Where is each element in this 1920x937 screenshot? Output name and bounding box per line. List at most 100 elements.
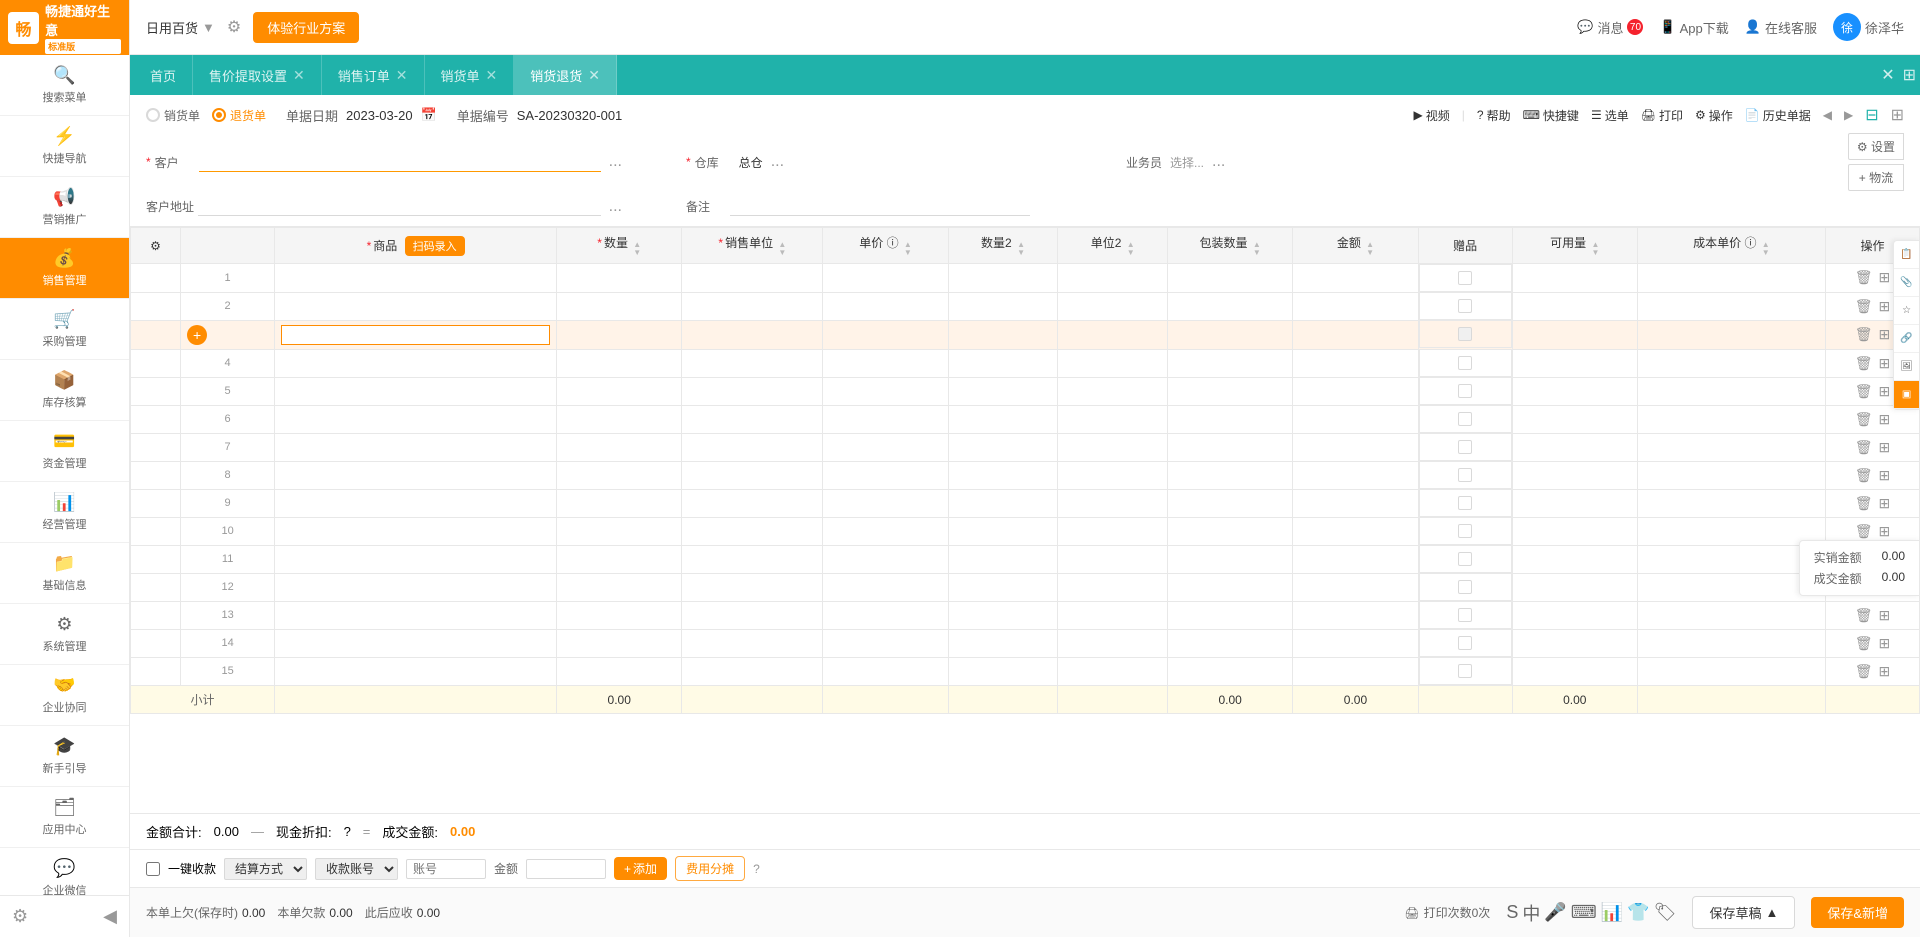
copy-row-icon[interactable]: ⊞ (1878, 523, 1890, 540)
qty2-cell[interactable] (948, 405, 1058, 433)
cost-price-cell[interactable] (1637, 349, 1825, 377)
qty-cell[interactable] (557, 349, 682, 377)
cost-price-cell[interactable] (1637, 461, 1825, 489)
unit2-cell[interactable] (1058, 573, 1168, 601)
operate-link[interactable]: ⚙ 操作 (1695, 107, 1733, 124)
amount-cell[interactable] (1293, 405, 1418, 433)
available-cell[interactable] (1512, 349, 1637, 377)
payment-add-btn[interactable]: + 添加 (614, 857, 667, 880)
sale-unit-cell[interactable] (682, 405, 823, 433)
sale-unit-cell[interactable] (682, 601, 823, 629)
tab-layout-icon[interactable]: ⊞ (1903, 65, 1916, 85)
sidebar-item-finance[interactable]: 💳 资金管理 (0, 421, 129, 482)
qty-cell[interactable] (557, 461, 682, 489)
available-cell[interactable] (1512, 292, 1637, 320)
warehouse-dots-icon[interactable]: ... (767, 153, 788, 171)
gift-checkbox[interactable] (1458, 440, 1472, 454)
settings-right-btn[interactable]: ⚙ 设置 (1848, 133, 1904, 160)
amount-cell[interactable] (1293, 461, 1418, 489)
unit2-cell[interactable] (1058, 657, 1168, 686)
online-service-btn[interactable]: 👤 在线客服 (1745, 18, 1817, 37)
delete-row-icon[interactable]: 🗑 (1855, 523, 1873, 540)
delete-row-icon[interactable]: 🗑 (1855, 439, 1873, 456)
cost-price-cell[interactable] (1637, 657, 1825, 686)
unit-price-cell[interactable] (823, 517, 948, 545)
gift-checkbox[interactable] (1458, 356, 1472, 370)
next-record-icon[interactable]: ▶ (1844, 108, 1853, 122)
unit-price-cell[interactable] (823, 264, 948, 293)
goods-cell[interactable] (275, 405, 557, 433)
goods-cell[interactable] (275, 292, 557, 320)
sale-unit-cell[interactable] (682, 657, 823, 686)
unit-price-cell[interactable] (823, 433, 948, 461)
qty2-cell[interactable] (948, 377, 1058, 405)
available-cell[interactable] (1512, 629, 1637, 657)
qty2-cell[interactable] (948, 517, 1058, 545)
calendar-icon[interactable]: 📅 (421, 107, 437, 123)
available-cell[interactable] (1512, 545, 1637, 573)
qty-cell[interactable] (557, 320, 682, 349)
gift-checkbox[interactable] (1458, 412, 1472, 426)
unit2-cell[interactable] (1058, 292, 1168, 320)
qty2-cell[interactable] (948, 349, 1058, 377)
sale-unit-cell[interactable] (682, 573, 823, 601)
sale-unit-cell[interactable] (682, 489, 823, 517)
delete-row-icon[interactable]: 🗑 (1855, 663, 1873, 680)
pkg-qty-cell[interactable] (1168, 292, 1293, 320)
delete-row-icon[interactable]: 🗑 (1855, 411, 1873, 428)
amount-cell[interactable] (1293, 320, 1418, 349)
sidebar-item-guide[interactable]: 🎓 新手引导 (0, 726, 129, 787)
cost-price-cell[interactable] (1637, 629, 1825, 657)
tab-close-all-icon[interactable]: ✕ (1881, 65, 1894, 85)
gift-checkbox[interactable] (1458, 580, 1472, 594)
pkg-qty-cell[interactable] (1168, 573, 1293, 601)
message-btn[interactable]: 💬 消息 70 (1577, 18, 1643, 37)
pkg-qty-cell[interactable] (1168, 657, 1293, 686)
sidebar-item-apps[interactable]: 🗂 应用中心 (0, 787, 129, 848)
qty-cell[interactable] (557, 545, 682, 573)
amount-cell[interactable] (1293, 545, 1418, 573)
side-action-image[interactable]: 🖼 (1894, 353, 1919, 381)
prev-record-icon[interactable]: ◀ (1823, 108, 1832, 122)
unit2-cell[interactable] (1058, 629, 1168, 657)
pkg-qty-cell[interactable] (1168, 433, 1293, 461)
payment-method-select[interactable]: 结算方式 (224, 858, 307, 880)
side-action-star[interactable]: ☆ (1894, 297, 1919, 325)
amount-cell[interactable] (1293, 489, 1418, 517)
unit2-cell[interactable] (1058, 349, 1168, 377)
copy-row-icon[interactable]: ⊞ (1878, 355, 1890, 372)
goods-cell[interactable] (275, 545, 557, 573)
gift-checkbox[interactable] (1458, 636, 1472, 650)
qty2-cell[interactable] (948, 320, 1058, 349)
gift-checkbox[interactable] (1458, 299, 1472, 313)
amount-cell[interactable] (1293, 601, 1418, 629)
sidebar-item-ops[interactable]: 📊 经营管理 (0, 482, 129, 543)
unit-price-cell[interactable] (823, 573, 948, 601)
add-row-btn[interactable]: + (187, 325, 207, 345)
qty-cell[interactable] (557, 489, 682, 517)
gift-checkbox[interactable] (1458, 608, 1472, 622)
qty2-cell[interactable] (948, 433, 1058, 461)
unit2-cell[interactable] (1058, 461, 1168, 489)
cost-price-cell[interactable] (1637, 264, 1825, 293)
sidebar-item-purchase[interactable]: 🛒 采购管理 (0, 299, 129, 360)
delete-row-icon[interactable]: 🗑 (1855, 467, 1873, 484)
qty2-cell[interactable] (948, 573, 1058, 601)
shortcut-link[interactable]: ⌨ 快捷键 (1523, 107, 1579, 124)
fee-split-help-icon[interactable]: ? (753, 862, 760, 876)
unit2-cell[interactable] (1058, 264, 1168, 293)
unit2-cell[interactable] (1058, 489, 1168, 517)
goods-cell[interactable] (275, 629, 557, 657)
available-cell[interactable] (1512, 657, 1637, 686)
collapse-sidebar-icon[interactable]: ◀ (103, 906, 117, 927)
delete-row-icon[interactable]: 🗑 (1855, 326, 1873, 343)
sidebar-item-inventory[interactable]: 📦 库存核算 (0, 360, 129, 421)
bottom-icon-5[interactable]: 📊 (1601, 902, 1623, 923)
delete-row-icon[interactable]: 🗑 (1855, 298, 1873, 315)
pkg-qty-cell[interactable] (1168, 629, 1293, 657)
video-link[interactable]: ▶ 视频 (1414, 107, 1450, 124)
sale-unit-cell[interactable] (682, 320, 823, 349)
available-cell[interactable] (1512, 461, 1637, 489)
copy-row-icon[interactable]: ⊞ (1878, 383, 1890, 400)
unit-price-cell[interactable] (823, 629, 948, 657)
